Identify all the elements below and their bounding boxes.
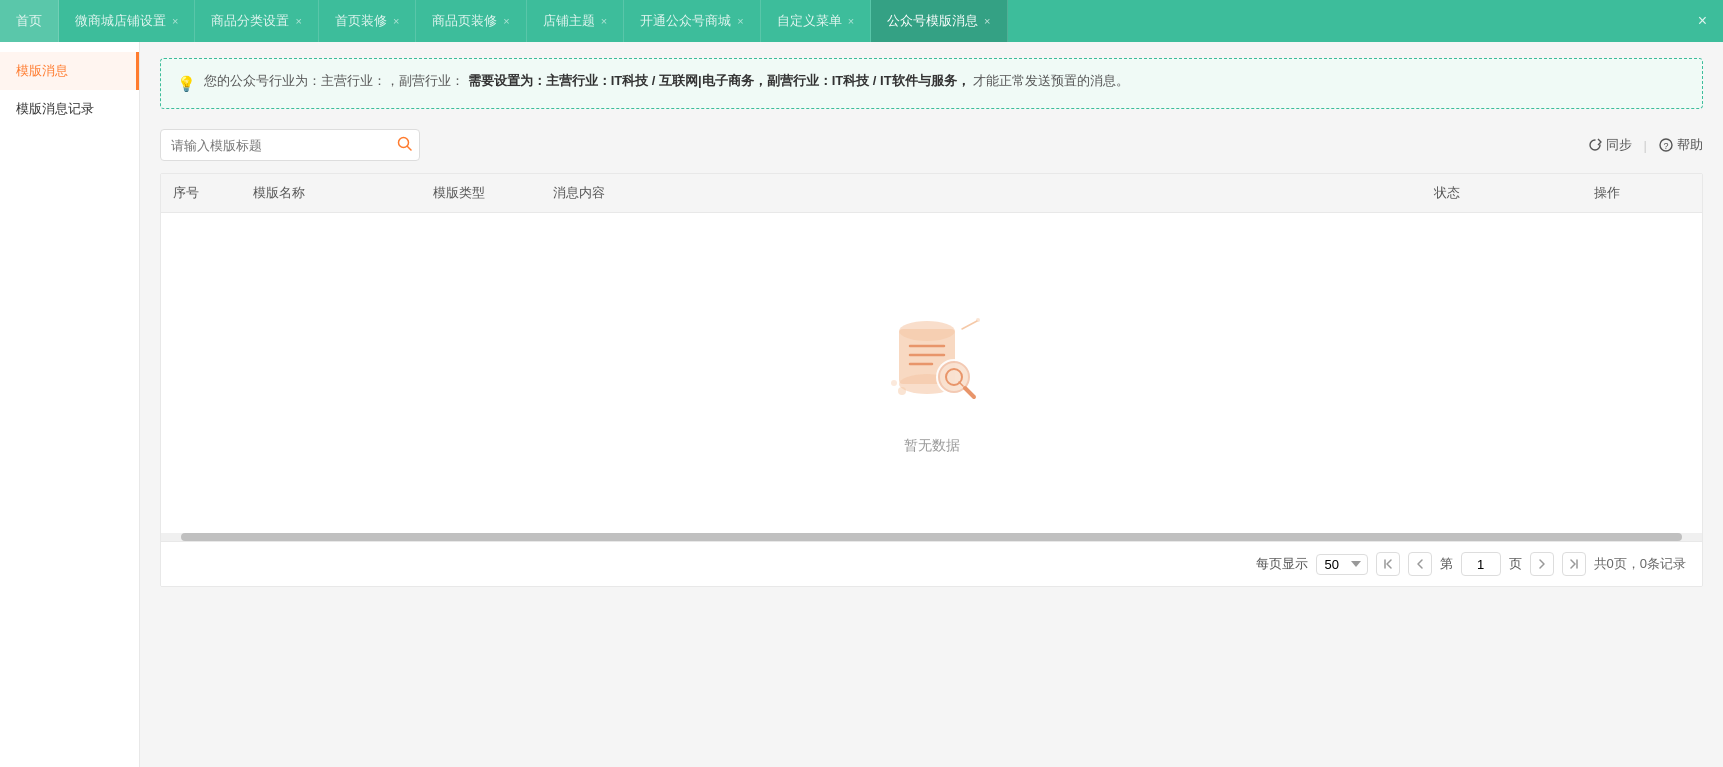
help-label: 帮助 bbox=[1677, 136, 1703, 154]
svg-line-1 bbox=[408, 147, 412, 151]
sidebar: 模版消息 模版消息记录 bbox=[0, 42, 140, 767]
empty-text: 暂无数据 bbox=[904, 437, 960, 455]
sync-label: 同步 bbox=[1606, 136, 1632, 154]
first-page-icon bbox=[1382, 558, 1394, 570]
nav-tab-category[interactable]: 商品分类设置 × bbox=[195, 0, 318, 42]
table-header: 序号 模版名称 模版类型 消息内容 状态 操作 bbox=[161, 174, 1702, 213]
page-size-select[interactable]: 10 20 50 100 bbox=[1316, 554, 1368, 575]
pagination: 每页显示 10 20 50 100 bbox=[161, 541, 1702, 586]
toolbar-divider: | bbox=[1644, 138, 1647, 153]
sidebar-item-template-msg[interactable]: 模版消息 bbox=[0, 52, 139, 90]
search-input[interactable] bbox=[160, 129, 420, 161]
bulb-icon: 💡 bbox=[177, 72, 196, 96]
svg-line-12 bbox=[965, 388, 974, 397]
svg-point-18 bbox=[976, 318, 980, 322]
first-page-button[interactable] bbox=[1376, 552, 1400, 576]
help-button[interactable]: ? 帮助 bbox=[1659, 136, 1703, 154]
notice-highlight: 需要设置为：主营行业：IT科技 / 互联网|电子商务，副营行业：IT科技 / I… bbox=[468, 73, 970, 88]
page-suffix: 页 bbox=[1509, 555, 1522, 573]
nav-tab-template-label: 公众号模版消息 bbox=[887, 12, 978, 30]
search-area: 同步 | ? 帮助 bbox=[160, 129, 1703, 161]
nav-tab-template-msg[interactable]: 公众号模版消息 × bbox=[871, 0, 1007, 42]
table-body-empty: 暂无数据 bbox=[161, 213, 1702, 533]
next-page-button[interactable] bbox=[1530, 552, 1554, 576]
nav-tab-home[interactable]: 首页 bbox=[0, 0, 59, 42]
search-input-wrap bbox=[160, 129, 420, 161]
nav-tab-custom-menu[interactable]: 自定义菜单 × bbox=[761, 0, 871, 42]
help-icon: ? bbox=[1659, 138, 1673, 152]
notice-suffix: 才能正常发送预置的消息。 bbox=[973, 73, 1129, 88]
sidebar-item-template-record[interactable]: 模版消息记录 bbox=[0, 90, 139, 128]
notice-text: 您的公众号行业为：主营行业：，副营行业： 需要设置为：主营行业：IT科技 / 互… bbox=[204, 71, 1129, 92]
nav-tab-wsc-label: 微商城店铺设置 bbox=[75, 12, 166, 30]
close-template-icon[interactable]: × bbox=[984, 15, 990, 27]
nav-tab-homepage-decor[interactable]: 首页装修 × bbox=[319, 0, 416, 42]
toolbar-right: 同步 | ? 帮助 bbox=[1588, 136, 1703, 154]
close-category-icon[interactable]: × bbox=[295, 15, 301, 27]
total-records: 共0页，0条记录 bbox=[1594, 555, 1686, 573]
sidebar-template-record-label: 模版消息记录 bbox=[16, 101, 94, 116]
global-close-button[interactable]: × bbox=[1682, 12, 1723, 30]
nav-tab-category-label: 商品分类设置 bbox=[211, 12, 289, 30]
sync-icon bbox=[1588, 138, 1602, 152]
sync-button[interactable]: 同步 bbox=[1588, 136, 1632, 154]
nav-tab-home-label: 首页 bbox=[16, 12, 42, 30]
nav-tab-product-decor[interactable]: 商品页装修 × bbox=[416, 0, 526, 42]
close-wsc-settings-icon[interactable]: × bbox=[172, 15, 178, 27]
main-layout: 模版消息 模版消息记录 💡 您的公众号行业为：主营行业：，副营行业： 需要设置为… bbox=[0, 42, 1723, 767]
svg-point-16 bbox=[891, 380, 897, 386]
sidebar-template-msg-label: 模版消息 bbox=[16, 63, 68, 78]
nav-tab-menu-label: 自定义菜单 bbox=[777, 12, 842, 30]
svg-line-17 bbox=[962, 321, 977, 329]
col-actions: 操作 bbox=[1582, 174, 1702, 212]
svg-point-15 bbox=[898, 387, 906, 395]
empty-illustration bbox=[872, 301, 992, 421]
page-number-input[interactable] bbox=[1461, 552, 1501, 576]
table-scrollbar[interactable] bbox=[161, 533, 1702, 541]
nav-tab-product-label: 商品页装修 bbox=[432, 12, 497, 30]
nav-tab-theme-label: 店铺主题 bbox=[543, 12, 595, 30]
top-nav: 首页 微商城店铺设置 × 商品分类设置 × 首页装修 × 商品页装修 × 店铺主… bbox=[0, 0, 1723, 42]
scrollbar-thumb[interactable] bbox=[181, 533, 1682, 541]
search-button[interactable] bbox=[397, 136, 412, 154]
nav-tab-mall-label: 开通公众号商城 bbox=[640, 12, 731, 30]
prev-page-button[interactable] bbox=[1408, 552, 1432, 576]
nav-tab-store-theme[interactable]: 店铺主题 × bbox=[527, 0, 624, 42]
col-status: 状态 bbox=[1422, 174, 1582, 212]
notice-banner: 💡 您的公众号行业为：主营行业：，副营行业： 需要设置为：主营行业：IT科技 /… bbox=[160, 58, 1703, 109]
nav-tab-wsc-settings[interactable]: 微商城店铺设置 × bbox=[59, 0, 195, 42]
prev-page-icon bbox=[1414, 558, 1426, 570]
col-content: 消息内容 bbox=[541, 174, 1422, 212]
last-page-button[interactable] bbox=[1562, 552, 1586, 576]
col-seq: 序号 bbox=[161, 174, 241, 212]
close-mall-icon[interactable]: × bbox=[737, 15, 743, 27]
close-theme-icon[interactable]: × bbox=[601, 15, 607, 27]
svg-text:?: ? bbox=[1663, 141, 1668, 151]
content-area: 💡 您的公众号行业为：主营行业：，副营行业： 需要设置为：主营行业：IT科技 /… bbox=[140, 42, 1723, 767]
close-product-icon[interactable]: × bbox=[503, 15, 509, 27]
col-type: 模版类型 bbox=[421, 174, 541, 212]
next-page-icon bbox=[1536, 558, 1548, 570]
nav-tab-open-mall[interactable]: 开通公众号商城 × bbox=[624, 0, 760, 42]
nav-tab-homepage-label: 首页装修 bbox=[335, 12, 387, 30]
last-page-icon bbox=[1568, 558, 1580, 570]
notice-prefix: 您的公众号行业为：主营行业：，副营行业： bbox=[204, 73, 464, 88]
close-menu-icon[interactable]: × bbox=[848, 15, 854, 27]
col-name: 模版名称 bbox=[241, 174, 421, 212]
page-label: 第 bbox=[1440, 555, 1453, 573]
close-homepage-icon[interactable]: × bbox=[393, 15, 399, 27]
data-table: 序号 模版名称 模版类型 消息内容 状态 操作 bbox=[160, 173, 1703, 587]
page-size-label: 每页显示 bbox=[1256, 555, 1308, 573]
